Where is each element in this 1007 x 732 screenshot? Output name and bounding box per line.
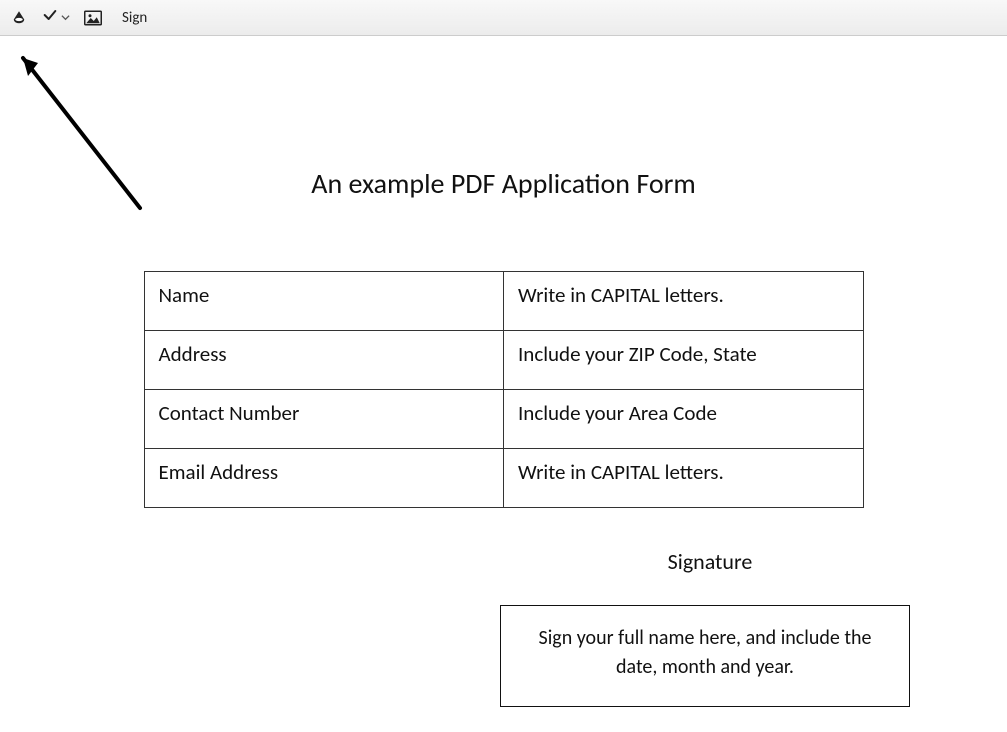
annotation-arrow	[10, 48, 170, 228]
signature-heading: Signature	[500, 548, 920, 575]
sign-button[interactable]: Sign	[122, 9, 147, 27]
page-area: An example PDF Application Form Name Wri…	[0, 36, 1007, 732]
table-row: Address Include your ZIP Code, State	[144, 331, 863, 390]
chevron-down-icon	[61, 8, 70, 27]
checkmark-dropdown[interactable]	[42, 7, 70, 28]
field-instruction: Write in CAPITAL letters.	[504, 449, 864, 508]
table-row: Name Write in CAPITAL letters.	[144, 272, 863, 331]
table-row: Contact Number Include your Area Code	[144, 390, 863, 449]
field-instruction: Include your Area Code	[504, 390, 864, 449]
table-row: Email Address Write in CAPITAL letters.	[144, 449, 863, 508]
field-instruction: Write in CAPITAL letters.	[504, 272, 864, 331]
field-label: Contact Number	[144, 390, 504, 449]
signature-section: Signature Sign your full name here, and …	[500, 548, 927, 707]
field-label: Email Address	[144, 449, 504, 508]
image-icon[interactable]	[84, 10, 102, 26]
checkmark-icon	[42, 7, 58, 28]
field-label: Address	[144, 331, 504, 390]
form-table: Name Write in CAPITAL letters. Address I…	[144, 271, 864, 508]
ink-icon[interactable]	[10, 9, 28, 27]
toolbar: Sign	[0, 0, 1007, 36]
field-label: Name	[144, 272, 504, 331]
signature-box[interactable]: Sign your full name here, and include th…	[500, 605, 910, 707]
field-instruction: Include your ZIP Code, State	[504, 331, 864, 390]
document-title: An example PDF Application Form	[80, 166, 927, 201]
document-page: An example PDF Application Form Name Wri…	[0, 36, 1007, 732]
